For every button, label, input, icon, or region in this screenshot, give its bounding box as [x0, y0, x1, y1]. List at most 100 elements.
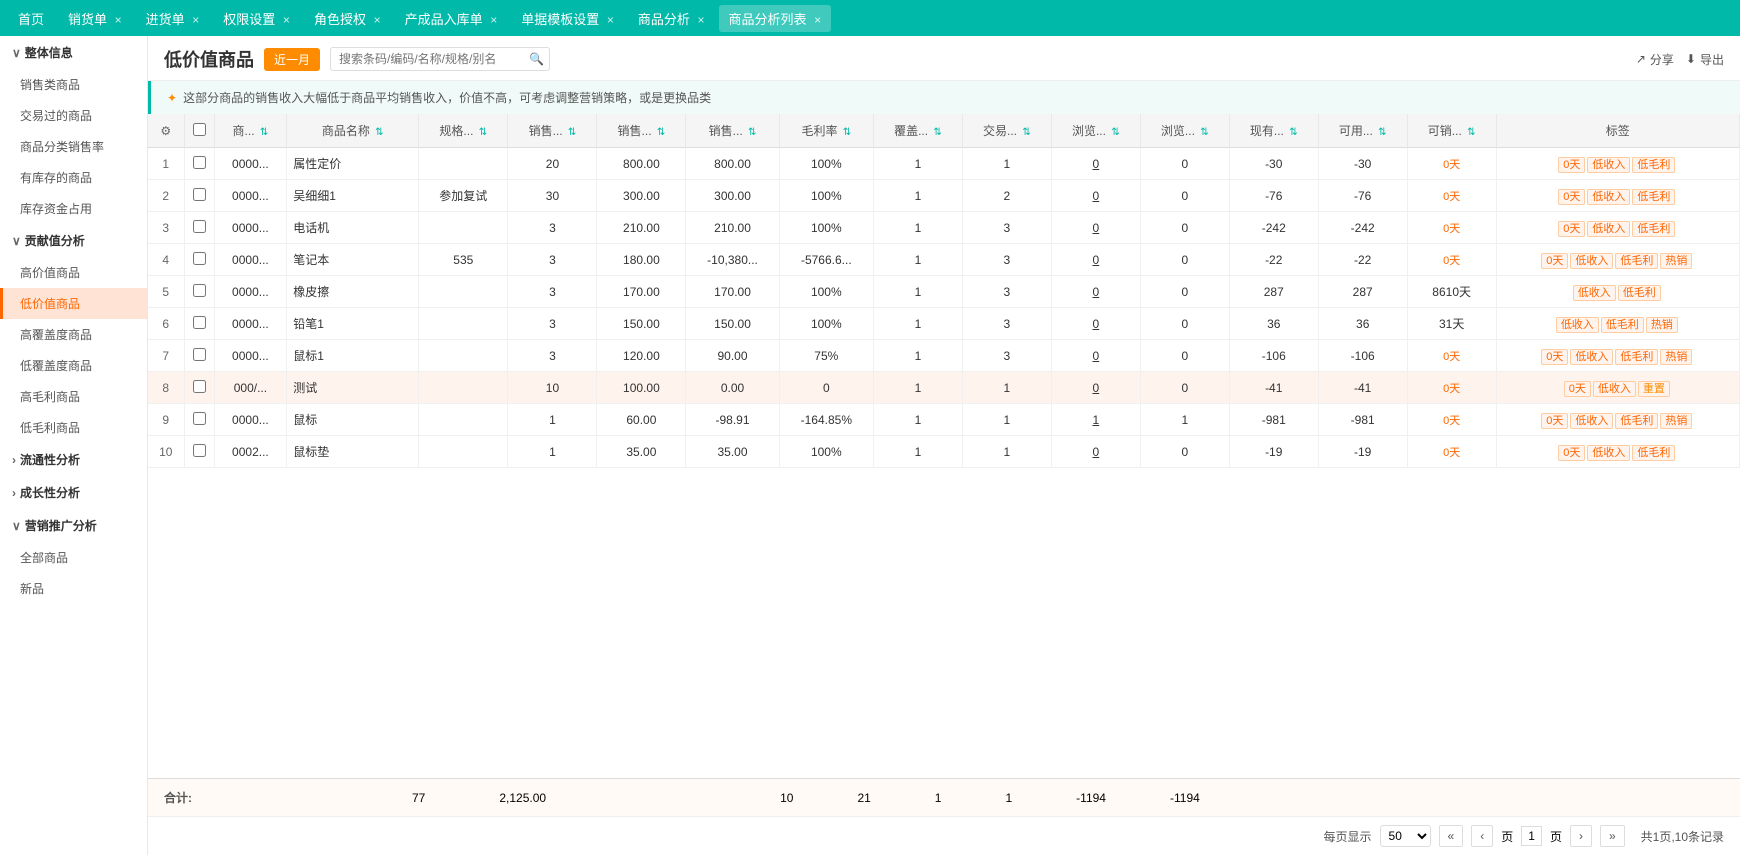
- sidebar-group-contribution[interactable]: ∨ 贡献值分析: [0, 224, 147, 257]
- row-checkbox[interactable]: [193, 188, 206, 201]
- nav-product-entry[interactable]: 产成品入库单 ×: [395, 5, 508, 32]
- browse1-link[interactable]: 0: [1092, 381, 1099, 395]
- last-page-button[interactable]: »: [1600, 825, 1625, 847]
- sidebar-item-traded-products[interactable]: 交易过的商品: [0, 100, 147, 131]
- page-size-select[interactable]: 50 100 200: [1380, 825, 1431, 847]
- sort-coverage-icon[interactable]: ⇅: [933, 127, 941, 138]
- col-sales2[interactable]: 销售... ⇅: [597, 114, 686, 148]
- sidebar-group-marketing[interactable]: ∨ 营销推广分析: [0, 509, 147, 542]
- next-page-button[interactable]: ›: [1570, 825, 1592, 847]
- sort-browse2-icon[interactable]: ⇅: [1200, 127, 1208, 138]
- close-template-icon[interactable]: ×: [607, 13, 614, 27]
- browse1-link[interactable]: 0: [1092, 157, 1099, 171]
- browse1-link[interactable]: 0: [1092, 349, 1099, 363]
- row-checkbox[interactable]: [193, 220, 206, 233]
- row-checkbox-cell[interactable]: [184, 212, 214, 244]
- col-gear[interactable]: ⚙: [148, 114, 184, 148]
- sort-sellable-icon[interactable]: ⇅: [1467, 127, 1475, 138]
- close-purchase-order-icon[interactable]: ×: [192, 13, 199, 27]
- prev-page-button[interactable]: ‹: [1471, 825, 1493, 847]
- row-checkbox-cell[interactable]: [184, 404, 214, 436]
- row-browse1[interactable]: 0: [1051, 180, 1140, 212]
- browse1-link[interactable]: 1: [1092, 413, 1099, 427]
- sort-sales2-icon[interactable]: ⇅: [657, 127, 665, 138]
- close-role-icon[interactable]: ×: [374, 13, 381, 27]
- sidebar-item-stock-capital[interactable]: 库存资金占用: [0, 193, 147, 224]
- row-checkbox-cell[interactable]: [184, 436, 214, 468]
- col-checkbox[interactable]: [184, 114, 214, 148]
- close-permission-icon[interactable]: ×: [283, 13, 290, 27]
- nav-purchase-order[interactable]: 进货单 ×: [136, 5, 210, 32]
- col-browse1[interactable]: 浏览... ⇅: [1051, 114, 1140, 148]
- first-page-button[interactable]: «: [1439, 825, 1464, 847]
- row-checkbox[interactable]: [193, 348, 206, 361]
- sidebar-group-growth[interactable]: › 成长性分析: [0, 476, 147, 509]
- nav-product-analysis[interactable]: 商品分析 ×: [628, 5, 715, 32]
- sidebar-item-low-coverage[interactable]: 低覆盖度商品: [0, 350, 147, 381]
- col-current[interactable]: 现有... ⇅: [1229, 114, 1318, 148]
- nav-home[interactable]: 首页: [8, 5, 54, 32]
- sidebar-item-new-products[interactable]: 新品: [0, 573, 147, 604]
- row-browse1[interactable]: 0: [1051, 276, 1140, 308]
- sort-sales1-icon[interactable]: ⇅: [568, 127, 576, 138]
- browse1-link[interactable]: 0: [1092, 189, 1099, 203]
- row-checkbox-cell[interactable]: [184, 340, 214, 372]
- sidebar-item-low-profit[interactable]: 低毛利商品: [0, 412, 147, 443]
- sidebar-item-high-profit[interactable]: 高毛利商品: [0, 381, 147, 412]
- row-checkbox[interactable]: [193, 284, 206, 297]
- browse1-link[interactable]: 0: [1092, 285, 1099, 299]
- sort-current-icon[interactable]: ⇅: [1289, 127, 1297, 138]
- nav-sales-order[interactable]: 销货单 ×: [58, 5, 132, 32]
- col-code[interactable]: 商... ⇅: [214, 114, 287, 148]
- row-browse1[interactable]: 1: [1051, 404, 1140, 436]
- col-spec[interactable]: 规格... ⇅: [419, 114, 508, 148]
- row-checkbox[interactable]: [193, 444, 206, 457]
- browse1-link[interactable]: 0: [1092, 253, 1099, 267]
- col-gross[interactable]: 毛利率 ⇅: [779, 114, 873, 148]
- col-trade[interactable]: 交易... ⇅: [962, 114, 1051, 148]
- row-checkbox-cell[interactable]: [184, 308, 214, 340]
- row-checkbox[interactable]: [193, 380, 206, 393]
- sort-usable-icon[interactable]: ⇅: [1378, 127, 1386, 138]
- sidebar-item-category-sales-rate[interactable]: 商品分类销售率: [0, 131, 147, 162]
- filter-recent-month-button[interactable]: 近一月: [264, 48, 320, 71]
- browse1-link[interactable]: 0: [1092, 445, 1099, 459]
- sidebar-item-high-value[interactable]: 高价值商品: [0, 257, 147, 288]
- nav-role[interactable]: 角色授权 ×: [304, 5, 391, 32]
- row-browse1[interactable]: 0: [1051, 212, 1140, 244]
- row-checkbox-cell[interactable]: [184, 180, 214, 212]
- row-browse1[interactable]: 0: [1051, 244, 1140, 276]
- sort-gross-icon[interactable]: ⇅: [843, 127, 851, 138]
- sidebar-group-flow[interactable]: › 流通性分析: [0, 443, 147, 476]
- row-checkbox-cell[interactable]: [184, 244, 214, 276]
- col-usable[interactable]: 可用... ⇅: [1318, 114, 1407, 148]
- sort-code-icon[interactable]: ⇅: [260, 127, 268, 138]
- sort-name-icon[interactable]: ⇅: [375, 127, 383, 138]
- col-sales3[interactable]: 销售... ⇅: [686, 114, 779, 148]
- col-coverage[interactable]: 覆盖... ⇅: [873, 114, 962, 148]
- nav-product-analysis-list[interactable]: 商品分析列表 ×: [719, 5, 832, 32]
- share-button[interactable]: ↗ 分享: [1636, 51, 1674, 68]
- row-checkbox-cell[interactable]: [184, 372, 214, 404]
- sort-trade-icon[interactable]: ⇅: [1022, 127, 1030, 138]
- select-all-checkbox[interactable]: [193, 123, 206, 136]
- sort-sales3-icon[interactable]: ⇅: [748, 127, 756, 138]
- gear-icon[interactable]: ⚙: [160, 124, 171, 138]
- export-button[interactable]: ⬇ 导出: [1686, 51, 1724, 68]
- row-browse1[interactable]: 0: [1051, 308, 1140, 340]
- sidebar-item-low-value[interactable]: 低价值商品: [0, 288, 147, 319]
- sidebar-group-overall[interactable]: ∨ 整体信息: [0, 36, 147, 69]
- search-input[interactable]: [330, 47, 550, 71]
- col-sales1[interactable]: 销售... ⇅: [508, 114, 597, 148]
- row-checkbox-cell[interactable]: [184, 276, 214, 308]
- sort-spec-icon[interactable]: ⇅: [479, 127, 487, 138]
- row-browse1[interactable]: 0: [1051, 340, 1140, 372]
- sort-browse1-icon[interactable]: ⇅: [1111, 127, 1119, 138]
- sidebar-item-high-coverage[interactable]: 高覆盖度商品: [0, 319, 147, 350]
- row-browse1[interactable]: 0: [1051, 148, 1140, 180]
- col-name[interactable]: 商品名称 ⇅: [287, 114, 419, 148]
- row-checkbox[interactable]: [193, 316, 206, 329]
- close-product-analysis-icon[interactable]: ×: [697, 13, 704, 27]
- sidebar-item-sales-products[interactable]: 销售类商品: [0, 69, 147, 100]
- close-sales-order-icon[interactable]: ×: [115, 13, 122, 27]
